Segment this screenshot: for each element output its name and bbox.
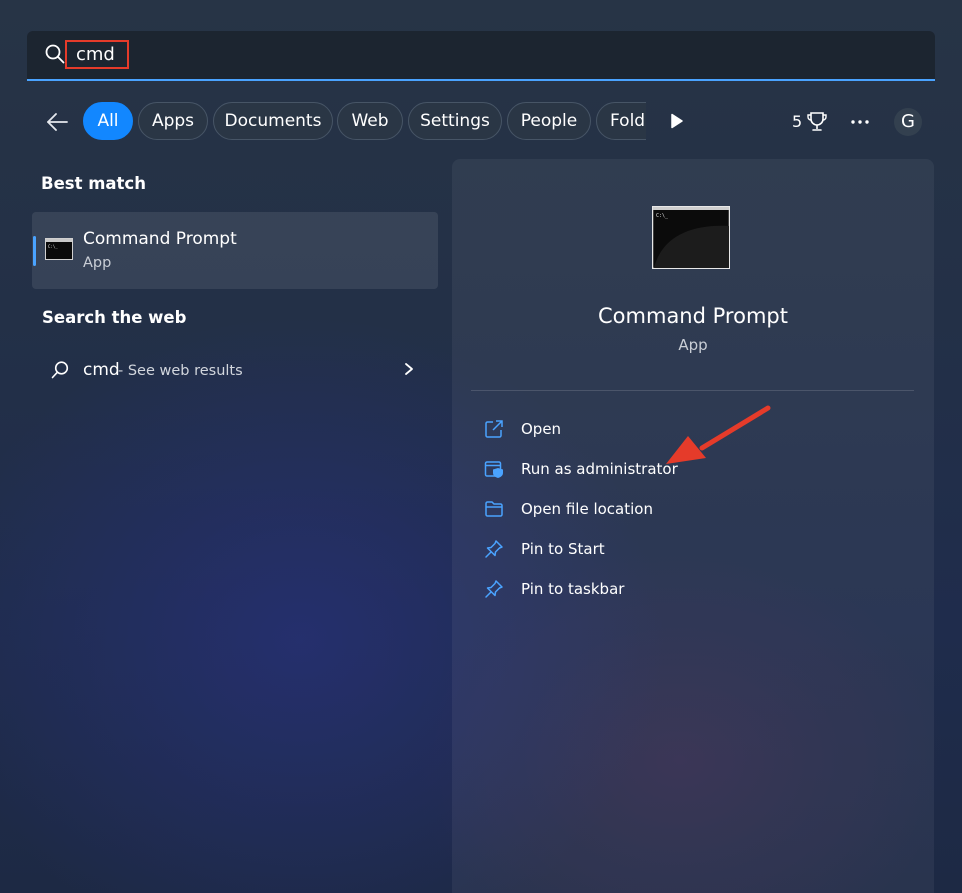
back-arrow-icon[interactable] (44, 109, 70, 135)
rewards-trophy-icon[interactable] (806, 110, 828, 134)
selection-indicator (33, 236, 36, 266)
tab-settings[interactable]: Settings (408, 102, 502, 140)
action-pin-to-taskbar-label: Pin to taskbar (521, 580, 625, 598)
search-input[interactable]: cmd (76, 44, 115, 66)
tab-people[interactable]: People (507, 102, 591, 140)
rewards-points: 5 (792, 112, 803, 131)
open-external-icon (485, 420, 503, 438)
best-match-type: App (83, 255, 112, 271)
tab-folders-clip: Folde (596, 100, 646, 142)
svg-text:C:\_: C:\_ (656, 213, 669, 219)
chevron-right-icon[interactable] (402, 360, 416, 378)
tab-web[interactable]: Web (337, 102, 403, 140)
search-icon (45, 44, 65, 64)
web-query-text: cmd (83, 360, 120, 380)
action-open-file-location[interactable]: Open file location (475, 491, 915, 527)
svg-text:C:\_: C:\_ (48, 244, 58, 249)
details-app-type: App (678, 336, 708, 354)
search-bar[interactable] (27, 31, 935, 81)
best-match-name: Command Prompt (83, 229, 237, 249)
account-avatar[interactable]: G (894, 108, 922, 136)
search-web-heading: Search the web (42, 308, 187, 327)
folder-icon (485, 501, 503, 517)
action-open-label: Open (521, 420, 562, 438)
details-app-name: Command Prompt (598, 304, 788, 328)
shield-admin-icon (484, 461, 503, 478)
tab-documents[interactable]: Documents (213, 102, 333, 140)
pin-icon (485, 580, 503, 598)
tab-all[interactable]: All (83, 102, 133, 140)
command-prompt-large-icon: C:\_ (652, 206, 730, 269)
action-run-as-administrator-label: Run as administrator (521, 460, 678, 478)
more-options-icon[interactable] (848, 112, 872, 132)
action-open-file-location-label: Open file location (521, 500, 653, 518)
pin-icon (485, 540, 503, 558)
command-prompt-icon: C:\_ (45, 238, 73, 260)
action-pin-to-start-label: Pin to Start (521, 540, 605, 558)
scroll-tabs-right-icon[interactable] (667, 112, 685, 130)
web-search-icon (51, 361, 69, 379)
details-divider (471, 390, 914, 391)
action-pin-to-taskbar[interactable]: Pin to taskbar (475, 571, 915, 607)
best-match-result[interactable] (32, 212, 438, 289)
tab-apps[interactable]: Apps (138, 102, 208, 140)
annotation-arrow-icon (666, 405, 771, 464)
best-match-heading: Best match (41, 174, 146, 193)
action-pin-to-start[interactable]: Pin to Start (475, 531, 915, 567)
tab-folders[interactable]: Folde (596, 102, 646, 140)
web-results-label: - See web results (118, 363, 243, 379)
